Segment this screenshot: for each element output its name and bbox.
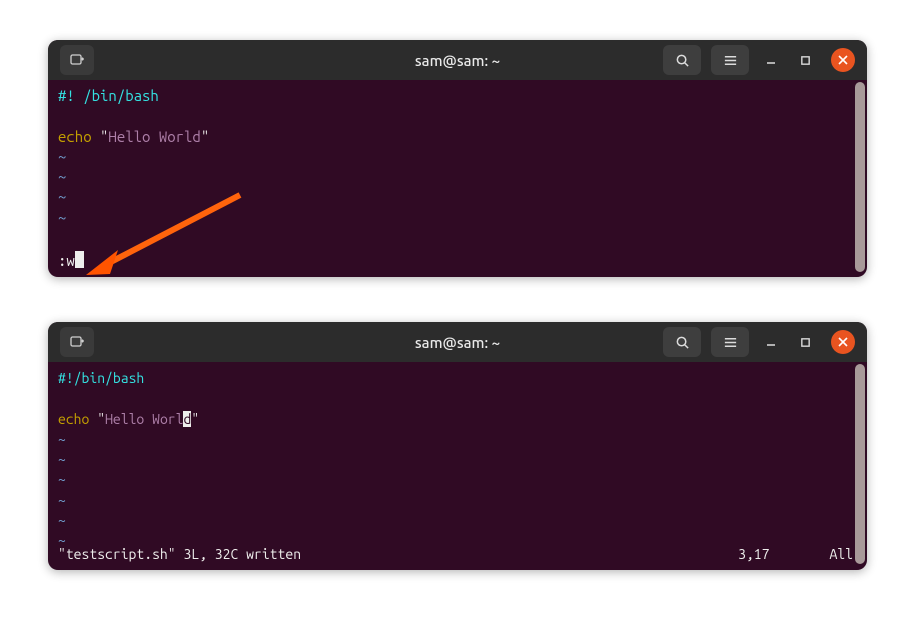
cursor-position: 3,17 (738, 544, 769, 564)
code-line-echo: echo "Hello World" (58, 409, 857, 429)
right-controls (663, 45, 859, 75)
cmd-colon: : (58, 251, 66, 271)
status-message: "testscript.sh" 3L, 32C written (58, 544, 301, 564)
close-button[interactable] (831, 48, 855, 72)
terminal-content[interactable]: #!/bin/bash echo "Hello World" ~ ~ ~ ~ ~… (48, 362, 867, 570)
search-button[interactable] (663, 327, 701, 357)
hamburger-menu-button[interactable] (711, 45, 749, 75)
maximize-button[interactable] (793, 48, 817, 72)
close-button[interactable] (831, 330, 855, 354)
cursor (75, 251, 84, 268)
titlebar[interactable]: sam@sam: ~ (48, 40, 867, 80)
vim-tilde: ~ (58, 490, 857, 510)
minimize-icon (765, 336, 777, 348)
minimize-button[interactable] (759, 330, 783, 354)
vim-tilde: ~ (58, 147, 857, 167)
vim-command-line[interactable]: :w (58, 251, 853, 271)
minimize-button[interactable] (759, 48, 783, 72)
vim-tilde: ~ (58, 208, 857, 228)
code-line-shebang: #! /bin/bash (58, 86, 857, 106)
terminal-window-2: sam@sam: ~ #!/bin/bash (48, 322, 867, 570)
code-line-blank (58, 388, 857, 408)
scrollbar[interactable] (855, 364, 865, 568)
hamburger-icon (723, 53, 738, 68)
vim-tilde: ~ (58, 187, 857, 207)
search-icon (675, 53, 690, 68)
terminal-window-1: sam@sam: ~ #! /bin/bash (48, 40, 867, 277)
scroll-percent: All (829, 544, 853, 564)
new-tab-icon (69, 52, 85, 68)
scrollbar-thumb[interactable] (855, 82, 865, 272)
new-tab-button[interactable] (60, 45, 94, 75)
code-line-shebang: #!/bin/bash (58, 368, 857, 388)
search-button[interactable] (663, 45, 701, 75)
maximize-icon (800, 55, 811, 66)
search-icon (675, 335, 690, 350)
minimize-icon (765, 54, 777, 66)
cmd-text: w (66, 251, 74, 271)
close-icon (838, 55, 848, 65)
titlebar[interactable]: sam@sam: ~ (48, 322, 867, 362)
vim-tilde: ~ (58, 469, 857, 489)
vim-status-line: "testscript.sh" 3L, 32C written 3,17 All (58, 544, 853, 564)
terminal-content[interactable]: #! /bin/bash echo "Hello World" ~ ~ ~ ~ … (48, 80, 867, 277)
hamburger-menu-button[interactable] (711, 327, 749, 357)
scrollbar[interactable] (855, 82, 865, 275)
vim-tilde: ~ (58, 167, 857, 187)
code-line-blank (58, 106, 857, 126)
vim-tilde: ~ (58, 510, 857, 530)
new-tab-icon (69, 334, 85, 350)
maximize-icon (800, 337, 811, 348)
right-controls (663, 327, 859, 357)
vim-tilde: ~ (58, 429, 857, 449)
scrollbar-thumb[interactable] (855, 364, 865, 564)
vim-tilde: ~ (58, 449, 857, 469)
close-icon (838, 337, 848, 347)
code-line-echo: echo "Hello World" (58, 127, 857, 147)
maximize-button[interactable] (793, 330, 817, 354)
new-tab-button[interactable] (60, 327, 94, 357)
hamburger-icon (723, 335, 738, 350)
